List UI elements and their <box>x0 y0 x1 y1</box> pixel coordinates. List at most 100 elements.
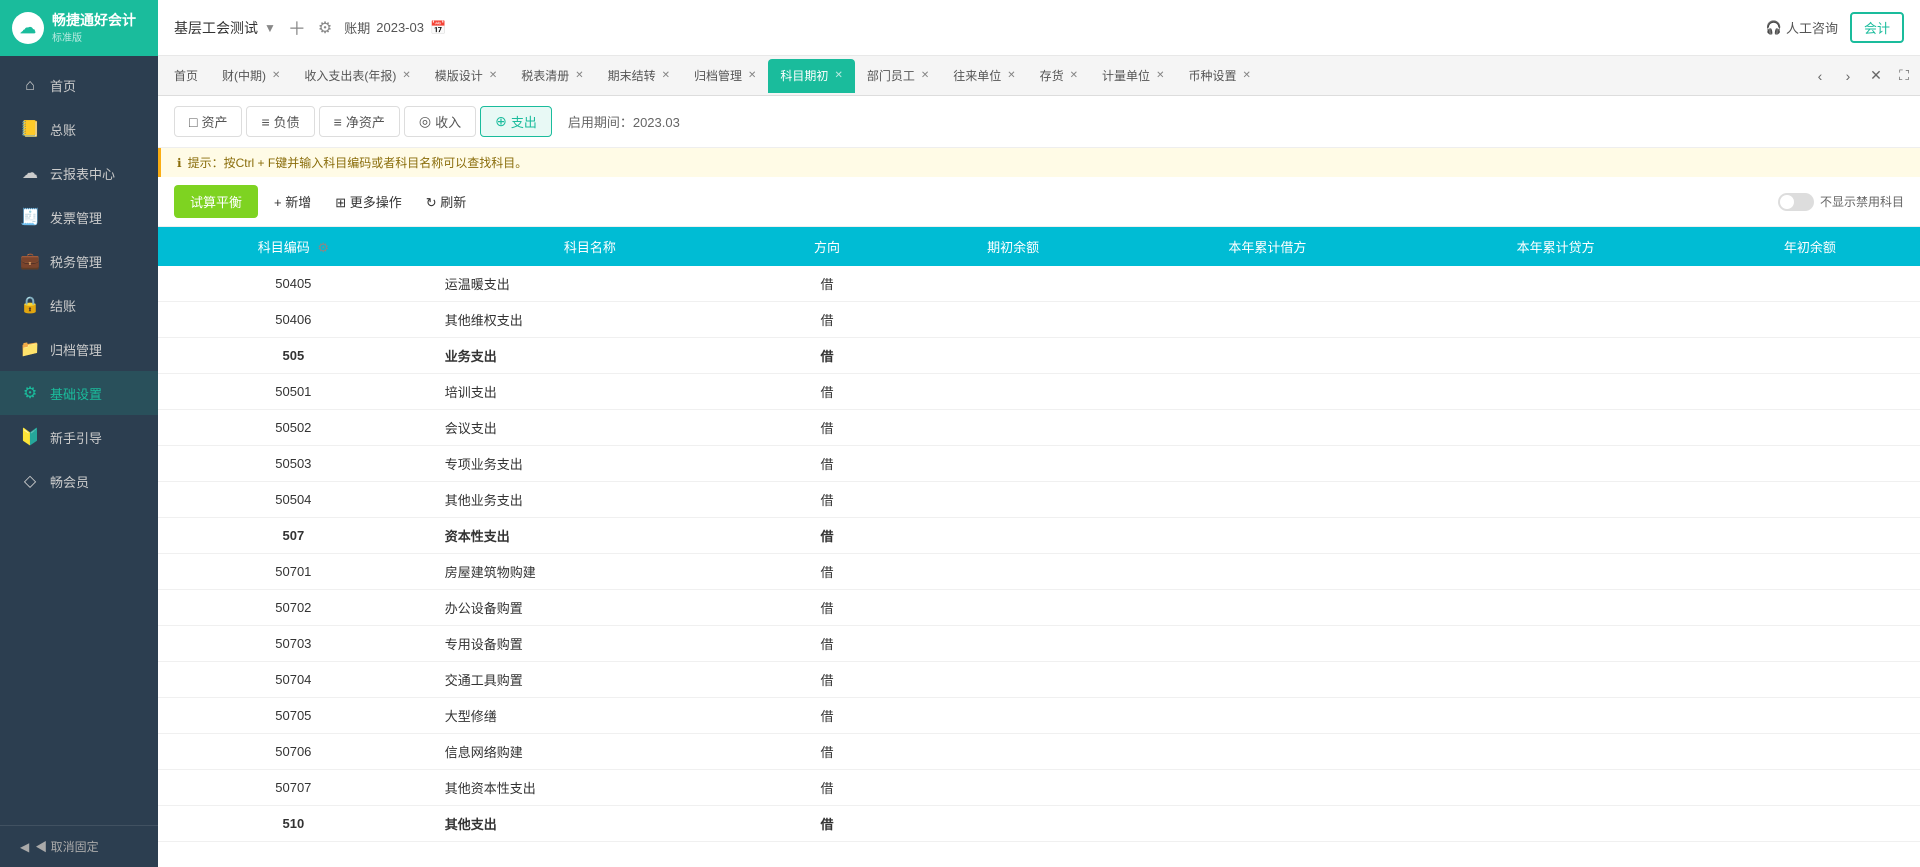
table-row[interactable]: 50705 大型修缮 借 <box>158 698 1920 734</box>
tab-label: 往来单位 <box>953 67 1001 84</box>
toggle-disabled-accounts[interactable]: 不显示禁用科目 <box>1778 193 1904 211</box>
cell-name: 会议支出 <box>429 410 751 446</box>
cell-code: 50701 <box>158 554 429 590</box>
trial-balance-button[interactable]: 试算平衡 <box>174 185 258 218</box>
table-row[interactable]: 50504 其他业务支出 借 <box>158 482 1920 518</box>
service-button[interactable]: 🎧 人工咨询 <box>1766 18 1838 37</box>
cell-code: 50702 <box>158 590 429 626</box>
toggle-switch-control[interactable] <box>1778 193 1814 211</box>
table-row[interactable]: 50701 房屋建筑物购建 借 <box>158 554 1920 590</box>
cell-opening <box>903 302 1123 338</box>
subtab-label-负债: 负债 <box>274 112 300 131</box>
cell-ytd-credit <box>1412 338 1700 374</box>
ledger-icon: 📒 <box>20 119 40 139</box>
col-settings-icon[interactable]: ⚙ <box>317 240 329 255</box>
tab-close-icon[interactable]: ✕ <box>921 70 929 81</box>
table-row[interactable]: 507 资本性支出 借 <box>158 518 1920 554</box>
table-row[interactable]: 505 业务支出 借 <box>158 338 1920 374</box>
cell-direction: 借 <box>751 518 903 554</box>
project-name: 基层工会测试 <box>174 18 258 38</box>
cell-code: 50706 <box>158 734 429 770</box>
table-row[interactable]: 50406 其他维权支出 借 <box>158 302 1920 338</box>
add-button[interactable]: + 新增 <box>266 188 319 215</box>
tab-往来单位[interactable]: 往来单位 ✕ <box>941 59 1027 93</box>
tab-close-icon[interactable]: ✕ <box>575 70 583 81</box>
tab-close-icon[interactable]: ✕ <box>402 70 410 81</box>
cell-year-opening <box>1700 554 1920 590</box>
tab-模版设计[interactable]: 模版设计✕ <box>423 59 509 93</box>
tab-期末结转[interactable]: 期末结转✕ <box>596 59 682 93</box>
tab-收入支出表(年报)[interactable]: 收入支出表(年报)✕ <box>292 59 422 93</box>
subtab-负债[interactable]: ≡负债 <box>246 106 314 137</box>
cell-ytd-debit <box>1123 374 1411 410</box>
subtab-label-资产: 资产 <box>201 112 227 131</box>
sidebar-item-tax[interactable]: 💼税务管理 <box>0 239 158 283</box>
cell-year-opening <box>1700 410 1920 446</box>
table-row[interactable]: 50503 专项业务支出 借 <box>158 446 1920 482</box>
table-row[interactable]: 50702 办公设备购置 借 <box>158 590 1920 626</box>
tab-label: 归档管理 <box>694 67 742 84</box>
tab-close-icon[interactable]: ✕ <box>834 70 842 81</box>
cell-ytd-credit <box>1412 734 1700 770</box>
cell-opening <box>903 410 1123 446</box>
table-row[interactable]: 50501 培训支出 借 <box>158 374 1920 410</box>
sidebar-footer[interactable]: ◀ ◀ 取消固定 <box>0 825 158 867</box>
table-row[interactable]: 510 其他支出 借 <box>158 806 1920 842</box>
table-row[interactable]: 50502 会议支出 借 <box>158 410 1920 446</box>
sidebar-item-checkout[interactable]: 🔒结账 <box>0 283 158 327</box>
tab-prev-button[interactable]: ‹ <box>1808 64 1832 88</box>
more-actions-button[interactable]: ⊞ 更多操作 <box>327 188 410 215</box>
settings-icon[interactable]: ⚙ <box>318 18 332 38</box>
tab-close-icon[interactable]: ✕ <box>1070 70 1078 81</box>
tab-财(中期)[interactable]: 财(中期)✕ <box>210 59 292 93</box>
sidebar-item-reports[interactable]: ☁云报表中心 <box>0 151 158 195</box>
cell-ytd-credit <box>1412 482 1700 518</box>
calendar-icon[interactable]: 📅 <box>430 20 446 36</box>
tab-close-icon[interactable]: ✕ <box>662 70 670 81</box>
tab-计量单位[interactable]: 计量单位✕ <box>1090 59 1176 93</box>
cell-direction: 借 <box>751 410 903 446</box>
sidebar-item-ledger[interactable]: 📒总账 <box>0 107 158 151</box>
tab-close-icon[interactable]: ✕ <box>748 70 756 81</box>
accountant-button[interactable]: 会计 <box>1850 12 1904 43</box>
sidebar-item-guide[interactable]: 🔰新手引导 <box>0 415 158 459</box>
table-row[interactable]: 50706 信息网络购建 借 <box>158 734 1920 770</box>
cell-opening <box>903 482 1123 518</box>
tabbar-controls: ‹ › ✕ ⛶ <box>1808 64 1916 88</box>
sidebar-item-invoice[interactable]: 🧾发票管理 <box>0 195 158 239</box>
tab-close-icon[interactable]: ✕ <box>1007 70 1015 81</box>
tab-科目期初[interactable]: 科目期初✕ <box>768 59 854 93</box>
refresh-button[interactable]: ↻ 刷新 <box>418 188 475 215</box>
tab-税表清册[interactable]: 税表清册✕ <box>509 59 595 93</box>
tab-首页[interactable]: 首页 <box>162 59 210 93</box>
sidebar-item-settings[interactable]: ⚙基础设置 <box>0 371 158 415</box>
subtab-净资产[interactable]: ≡净资产 <box>319 106 400 137</box>
table-row[interactable]: 50704 交通工具购置 借 <box>158 662 1920 698</box>
subtab-收入[interactable]: ◎收入 <box>404 106 476 137</box>
sidebar-item-member[interactable]: ◇畅会员 <box>0 459 158 503</box>
table-row[interactable]: 50707 其他资本性支出 借 <box>158 770 1920 806</box>
tab-币种设置[interactable]: 币种设置✕ <box>1176 59 1262 93</box>
table-row[interactable]: 50703 专用设备购置 借 <box>158 626 1920 662</box>
tab-close-icon[interactable]: ✕ <box>1156 70 1164 81</box>
tab-存货[interactable]: 存货✕ <box>1028 59 1090 93</box>
project-selector[interactable]: 基层工会测试 ▼ <box>174 18 276 38</box>
cell-code: 50504 <box>158 482 429 518</box>
tab-next-button[interactable]: › <box>1836 64 1860 88</box>
sidebar-item-archive[interactable]: 📁归档管理 <box>0 327 158 371</box>
tab-归档管理[interactable]: 归档管理 ✕ <box>682 59 768 93</box>
tab-close-icon[interactable]: ✕ <box>1242 70 1250 81</box>
sidebar-item-home[interactable]: ⌂首页 <box>0 64 158 107</box>
table-row[interactable]: 50405 运温暖支出 借 <box>158 266 1920 302</box>
tab-expand-button[interactable]: ⛶ <box>1892 64 1916 88</box>
subtab-资产[interactable]: □资产 <box>174 106 242 137</box>
tab-close-all-button[interactable]: ✕ <box>1864 64 1888 88</box>
cell-name: 专项业务支出 <box>429 446 751 482</box>
toggle-label: 不显示禁用科目 <box>1820 193 1904 210</box>
subtab-支出[interactable]: ⊕支出 <box>480 106 552 137</box>
cell-opening <box>903 554 1123 590</box>
tab-close-icon[interactable]: ✕ <box>489 70 497 81</box>
add-tab-button[interactable]: ＋ <box>288 15 306 41</box>
tab-部门员工[interactable]: 部门员工✕ <box>855 59 941 93</box>
tab-close-icon[interactable]: ✕ <box>272 70 280 81</box>
